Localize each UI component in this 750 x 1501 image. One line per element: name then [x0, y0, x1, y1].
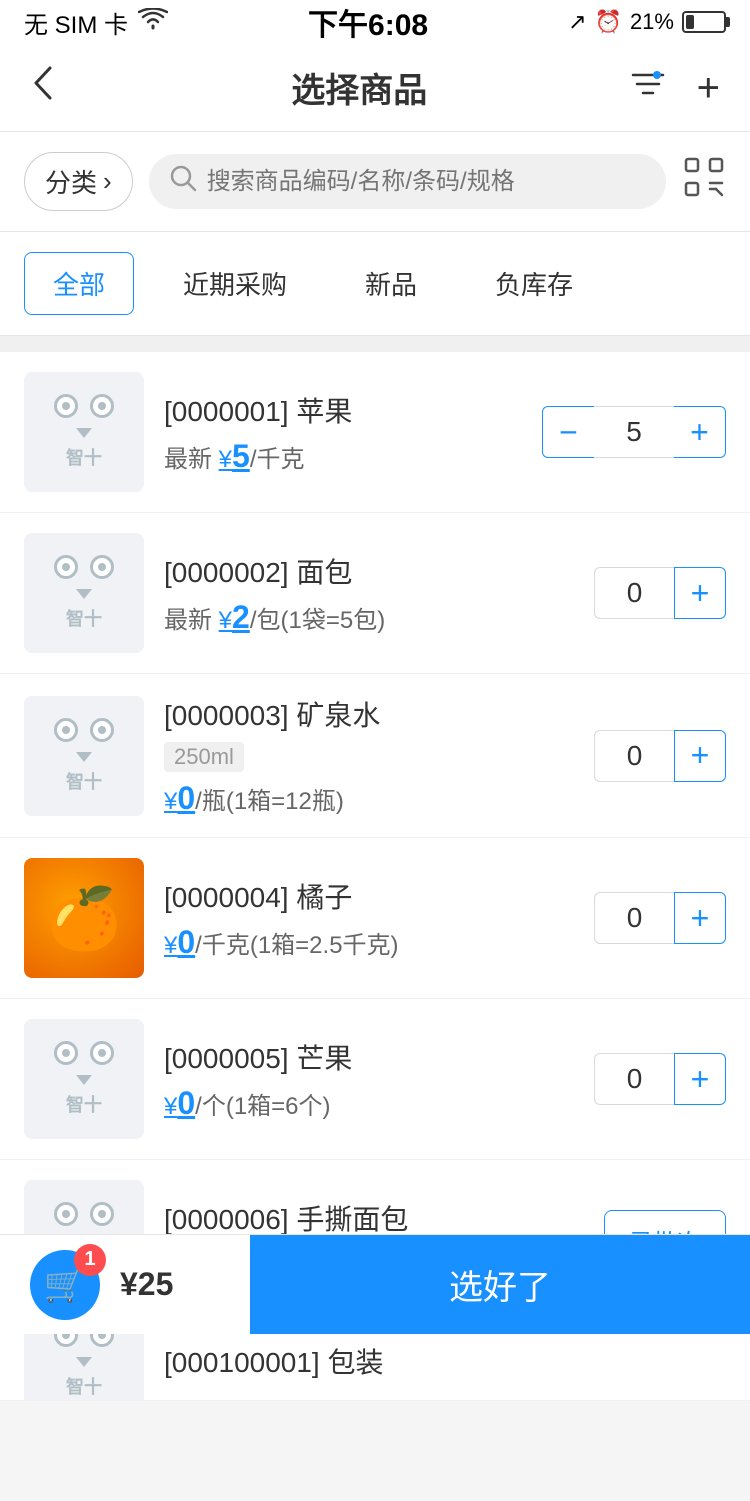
table-row: 智十 [0000005] 芒果 ¥0/个(1箱=6个) +: [0, 999, 750, 1160]
product-info: [0000005] 芒果 ¥0/个(1箱=6个): [164, 1037, 594, 1122]
orange-image: 🍊: [24, 858, 144, 978]
bottom-bar: 🛒 1 ¥25 选好了: [0, 1234, 750, 1334]
time-label: 下午6:08: [308, 0, 428, 44]
tab-recent[interactable]: 近期采购: [154, 252, 316, 315]
tab-all[interactable]: 全部: [24, 252, 134, 315]
search-icon: [169, 164, 197, 199]
product-name: [0000005] 芒果: [164, 1037, 594, 1077]
filter-search-bar: 分类 ›: [0, 132, 750, 232]
qty-control: − +: [542, 406, 726, 458]
location-icon: ↗: [568, 9, 586, 35]
status-left: 无 SIM 卡: [24, 5, 168, 40]
qty-plus-button[interactable]: +: [674, 730, 726, 782]
owl-placeholder: 智十: [54, 394, 114, 470]
scan-icon[interactable]: [682, 155, 726, 208]
page-title: 选择商品: [291, 63, 427, 112]
qty-input[interactable]: [594, 892, 674, 944]
qty-plus-button[interactable]: +: [674, 567, 726, 619]
product-info: [0000002] 面包 最新 ¥2/包(1袋=5包): [164, 551, 594, 636]
tab-negative-label: 负库存: [495, 270, 573, 300]
product-name: [0000006] 手撕面包: [164, 1198, 604, 1238]
product-name: [0000002] 面包: [164, 551, 594, 591]
tab-recent-label: 近期采购: [183, 270, 287, 300]
qty-plus-button[interactable]: +: [674, 1053, 726, 1105]
qty-input[interactable]: [594, 406, 674, 458]
product-price: ¥0/瓶(1箱=12瓶): [164, 780, 594, 817]
product-image: 🍊: [24, 858, 144, 978]
product-price: ¥0/个(1箱=6个): [164, 1085, 594, 1122]
add-icon[interactable]: +: [697, 68, 720, 108]
tab-new[interactable]: 新品: [336, 252, 446, 315]
table-row: 智十 [0000003] 矿泉水 250ml ¥0/瓶(1箱=12瓶) +: [0, 674, 750, 838]
qty-input[interactable]: [594, 567, 674, 619]
category-label: 分类: [45, 163, 97, 200]
product-info: [000100001] 包装: [164, 1341, 726, 1381]
category-arrow: ›: [103, 166, 112, 197]
battery-icon: [682, 11, 726, 33]
back-button[interactable]: [30, 64, 90, 111]
cart-total: ¥25: [120, 1266, 173, 1303]
qty-minus-button[interactable]: −: [542, 406, 594, 458]
category-button[interactable]: 分类 ›: [24, 152, 133, 211]
product-image: 智十: [24, 696, 144, 816]
product-image: 智十: [24, 1019, 144, 1139]
section-divider: [0, 336, 750, 352]
filter-icon[interactable]: [629, 67, 667, 108]
product-price: 最新 ¥5/千克: [164, 438, 542, 475]
product-info: [0000003] 矿泉水 250ml ¥0/瓶(1箱=12瓶): [164, 694, 594, 817]
tab-all-label: 全部: [53, 270, 105, 300]
status-right: ↗ ⏰ 21%: [568, 9, 726, 35]
battery-percentage: 21%: [630, 9, 674, 35]
cart-button[interactable]: 🛒 1: [30, 1250, 100, 1320]
product-image: 智十: [24, 533, 144, 653]
tab-new-label: 新品: [365, 270, 417, 300]
search-input[interactable]: [207, 168, 646, 196]
product-image: 智十: [24, 372, 144, 492]
qty-control: +: [594, 892, 726, 944]
owl-placeholder: 智十: [54, 1041, 114, 1117]
carrier-label: 无 SIM 卡: [24, 5, 128, 40]
owl-placeholder: 智十: [54, 555, 114, 631]
qty-plus-button[interactable]: +: [674, 892, 726, 944]
qty-control: +: [594, 1053, 726, 1105]
tabs-bar: 全部 近期采购 新品 负库存: [0, 232, 750, 336]
cart-section: 🛒 1 ¥25: [0, 1250, 250, 1320]
product-price: ¥0/千克(1箱=2.5千克): [164, 924, 594, 961]
product-name: [0000003] 矿泉水: [164, 694, 594, 734]
product-name: [0000001] 苹果: [164, 390, 542, 430]
status-bar: 无 SIM 卡 下午6:08 ↗ ⏰ 21%: [0, 0, 750, 44]
cart-badge: 1: [74, 1244, 106, 1276]
table-row: 🍊 [0000004] 橘子 ¥0/千克(1箱=2.5千克) +: [0, 838, 750, 999]
alarm-icon: ⏰: [595, 9, 622, 35]
table-row: 智十 [0000001] 苹果 最新 ¥5/千克 − +: [0, 352, 750, 513]
product-spec: 250ml: [164, 742, 244, 772]
nav-bar: 选择商品 +: [0, 44, 750, 132]
qty-input[interactable]: [594, 730, 674, 782]
confirm-button[interactable]: 选好了: [250, 1235, 750, 1334]
qty-input[interactable]: [594, 1053, 674, 1105]
product-price: 最新 ¥2/包(1袋=5包): [164, 599, 594, 636]
confirm-label: 选好了: [449, 1260, 551, 1309]
qty-plus-button[interactable]: +: [674, 406, 726, 458]
search-wrapper: [149, 154, 666, 209]
owl-placeholder: 智十: [54, 718, 114, 794]
qty-control: +: [594, 730, 726, 782]
wifi-icon: [138, 8, 168, 37]
product-name: [0000004] 橘子: [164, 876, 594, 916]
qty-control: +: [594, 567, 726, 619]
tab-negative[interactable]: 负库存: [466, 252, 602, 315]
table-row: 智十 [0000002] 面包 最新 ¥2/包(1袋=5包) +: [0, 513, 750, 674]
product-name: [000100001] 包装: [164, 1341, 726, 1381]
product-info: [0000004] 橘子 ¥0/千克(1箱=2.5千克): [164, 876, 594, 961]
nav-actions: +: [629, 67, 720, 108]
product-info: [0000001] 苹果 最新 ¥5/千克: [164, 390, 542, 475]
